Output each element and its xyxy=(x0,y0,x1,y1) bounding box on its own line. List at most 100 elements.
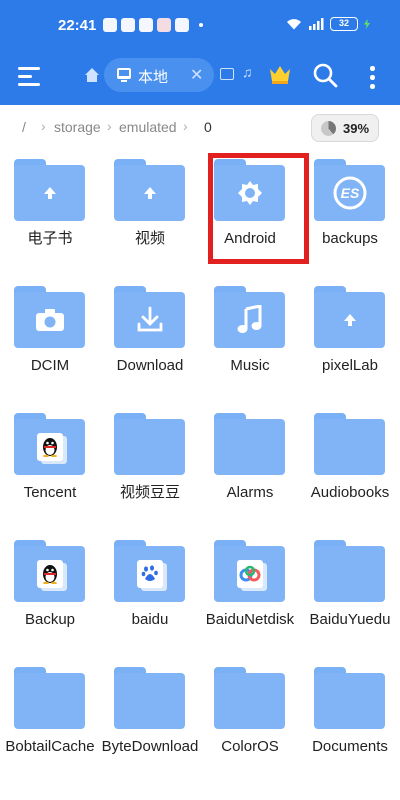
download-icon xyxy=(114,292,185,348)
music-note-icon xyxy=(214,292,285,348)
status-bar: 22:41 32 xyxy=(0,0,400,52)
wechat-icon xyxy=(121,18,135,32)
folder-item[interactable]: ByteDownload xyxy=(100,657,200,782)
folder-label: backups xyxy=(322,230,378,247)
folder-icon xyxy=(214,540,285,602)
app-header: 22:41 32 本地 ✕ ♫ xyxy=(0,0,400,105)
folder-icon xyxy=(114,540,185,602)
music-icon[interactable]: ♫ xyxy=(242,64,253,80)
folder-icon xyxy=(314,540,385,602)
folder-label: 视频豆豆 xyxy=(119,484,180,501)
phone-storage-icon xyxy=(117,68,131,82)
breadcrumb-separator: › xyxy=(183,118,188,134)
folder-label: Download xyxy=(116,357,184,374)
folder-item[interactable]: pixelLab xyxy=(300,276,400,401)
search-icon[interactable] xyxy=(312,62,338,88)
folder-item[interactable]: Audiobooks xyxy=(300,403,400,528)
more-notifications-dot xyxy=(199,23,203,27)
folder-label: ByteDownload xyxy=(101,738,199,755)
folder-item[interactable]: Alarms xyxy=(200,403,300,528)
qq-icon xyxy=(139,18,153,32)
folder-icon xyxy=(214,286,285,348)
folder-item[interactable]: baidu xyxy=(100,530,200,655)
folder-item[interactable]: 电子书 xyxy=(0,149,100,274)
folder-icon xyxy=(14,540,85,602)
breadcrumb-current[interactable]: 0 xyxy=(204,119,212,135)
folder-icon xyxy=(314,413,385,475)
breadcrumb-separator: › xyxy=(107,118,112,134)
folder-icon xyxy=(314,667,385,729)
folder-item[interactable]: BaiduNetdisk xyxy=(200,530,300,655)
folder-label: Alarms xyxy=(226,484,274,501)
upload-arrow-icon xyxy=(14,165,85,221)
status-time: 22:41 xyxy=(58,17,97,34)
storage-usage-badge[interactable]: 39% xyxy=(311,114,379,142)
folder-icon: ES xyxy=(314,159,385,221)
breadcrumb-emulated[interactable]: emulated xyxy=(119,119,177,135)
notification-icons xyxy=(103,18,203,32)
upload-arrow-icon xyxy=(314,292,385,348)
folder-label: DCIM xyxy=(30,357,70,374)
tab-label: 本地 xyxy=(138,69,169,86)
camera-icon xyxy=(14,292,85,348)
notification-app-icon-2 xyxy=(175,18,189,32)
folder-label: Backup xyxy=(24,611,76,628)
baidu-paw-icon xyxy=(114,546,185,602)
folder-label: BobtailCache xyxy=(5,738,95,755)
breadcrumb: / › storage › emulated › 0 39% xyxy=(0,105,400,149)
more-options-icon[interactable] xyxy=(366,64,378,90)
folder-item[interactable]: BobtailCache xyxy=(0,657,100,782)
signal-icon xyxy=(309,18,324,30)
folder-icon xyxy=(214,667,285,729)
folder-icon xyxy=(114,413,185,475)
folder-item[interactable]: ES backups xyxy=(300,149,400,274)
upload-arrow-icon xyxy=(114,165,185,221)
folder-label: 视频 xyxy=(134,230,165,247)
tab-local[interactable]: 本地 ✕ xyxy=(104,58,214,92)
folder-label: pixelLab xyxy=(322,357,378,374)
folder-item[interactable]: DCIM xyxy=(0,276,100,401)
image-icon[interactable] xyxy=(220,68,234,80)
status-right: 32 xyxy=(286,17,370,31)
folder-item[interactable]: 视频 xyxy=(100,149,200,274)
folder-icon xyxy=(214,413,285,475)
folder-label: Tencent xyxy=(23,484,77,501)
folder-item[interactable]: Documents xyxy=(300,657,400,782)
toolbar: 本地 ✕ ♫ xyxy=(0,52,400,105)
folder-item[interactable]: BaiduYuedu xyxy=(300,530,400,655)
folder-item[interactable]: ColorOS xyxy=(200,657,300,782)
tab-close-icon[interactable]: ✕ xyxy=(190,65,203,85)
wifi-icon xyxy=(287,19,301,30)
folder-label: ColorOS xyxy=(221,738,279,755)
folder-label: BaiduNetdisk xyxy=(205,611,295,628)
folder-icon xyxy=(114,286,185,348)
crown-icon[interactable] xyxy=(268,63,292,85)
breadcrumb-storage[interactable]: storage xyxy=(54,119,101,135)
es-logo-icon: ES xyxy=(314,165,385,221)
storage-pie-icon xyxy=(321,121,336,136)
folder-item[interactable]: Download xyxy=(100,276,200,401)
folder-icon xyxy=(114,667,185,729)
folder-icon xyxy=(14,413,85,475)
breadcrumb-root[interactable]: / xyxy=(22,119,26,135)
folder-icon xyxy=(314,286,385,348)
notification-app-icon xyxy=(103,18,117,32)
folder-item[interactable]: Tencent xyxy=(0,403,100,528)
folder-icon xyxy=(114,159,185,221)
folder-item[interactable]: Backup xyxy=(0,530,100,655)
charging-icon xyxy=(364,19,370,29)
folder-label: 电子书 xyxy=(27,230,73,247)
battery-level: 32 xyxy=(338,18,349,28)
menu-icon[interactable] xyxy=(18,65,42,87)
home-icon[interactable] xyxy=(84,67,100,83)
svg-text:ES: ES xyxy=(340,185,359,201)
folder-item[interactable]: Music xyxy=(200,276,300,401)
weibo-icon xyxy=(157,18,171,32)
qq-penguin-icon xyxy=(14,419,85,475)
folder-item[interactable]: 视频豆豆 xyxy=(100,403,200,528)
folder-label: Music xyxy=(230,357,270,374)
folder-icon xyxy=(14,286,85,348)
baidu-netdisk-icon xyxy=(214,546,285,602)
folder-label: BaiduYuedu xyxy=(309,611,391,628)
highlight-box xyxy=(208,153,309,264)
